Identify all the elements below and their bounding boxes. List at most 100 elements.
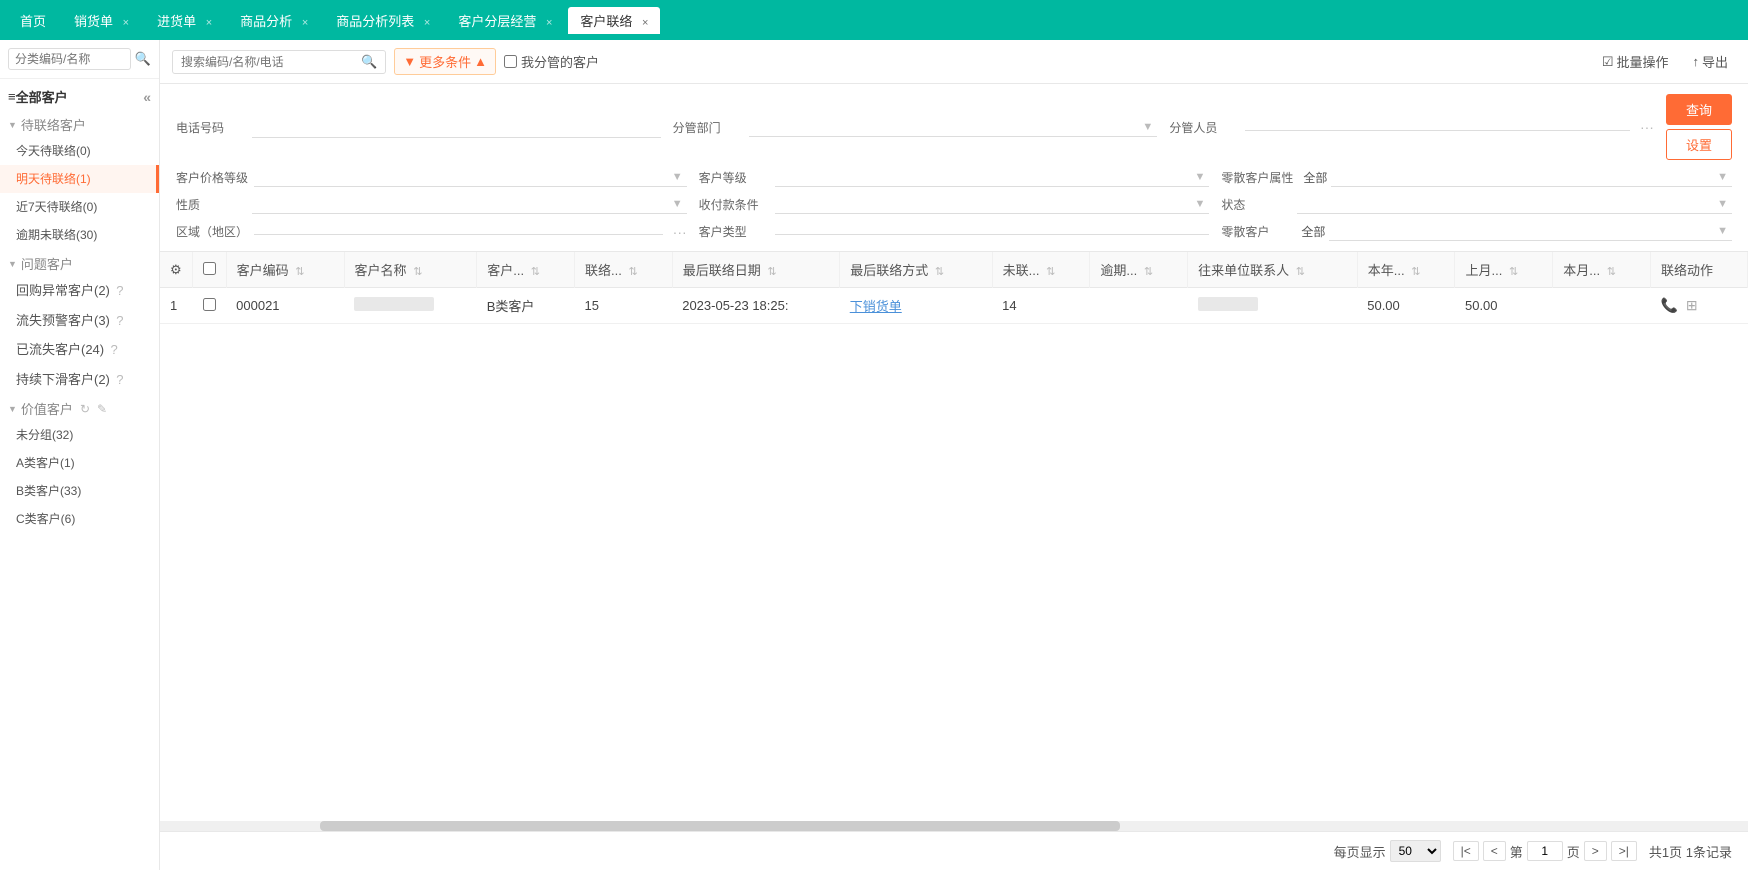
page-label: 第 xyxy=(1510,842,1523,861)
more-filter-button[interactable]: ▼ 更多条件 ▲ xyxy=(394,48,496,75)
close-purchase-order-icon[interactable]: × xyxy=(206,17,212,29)
sidebar-item-churned[interactable]: 已流失客户(24) ? xyxy=(0,335,159,365)
filter-scatter-customer: 零散客户 全部 ▼ xyxy=(1221,222,1732,241)
sidebar-item-ungrouped[interactable]: 未分组(32) xyxy=(0,421,159,449)
phone-icon[interactable]: 📞 xyxy=(1660,297,1677,314)
sidebar-item-churn-warning[interactable]: 流失预警客户(3) ? xyxy=(0,306,159,336)
grid-icon[interactable]: ⊞ xyxy=(1686,297,1698,314)
group-pending-contact[interactable]: 待联络客户 xyxy=(0,110,159,137)
batch-op-button[interactable]: ☑ 批量操作 xyxy=(1594,49,1677,74)
edit-icon[interactable]: ✎ xyxy=(97,402,107,416)
search-button[interactable]: 🔍 xyxy=(361,54,377,70)
settings-button[interactable]: 设置 xyxy=(1666,129,1732,160)
group-problem-customers[interactable]: 问题客户 xyxy=(0,249,159,276)
cell-last-contact-way[interactable]: 下销货单 xyxy=(840,288,992,324)
my-customers-checkbox[interactable] xyxy=(504,55,517,68)
col-gear[interactable]: ⚙ xyxy=(160,252,192,288)
all-customers-header[interactable]: ≡ 全部客户 « xyxy=(0,79,159,110)
scrollbar-thumb[interactable] xyxy=(320,821,1120,831)
sidebar-item-class-a[interactable]: A类客户(1) xyxy=(0,449,159,477)
sidebar-item-today[interactable]: 今天待联络(0) xyxy=(0,137,159,165)
my-customers-checkbox-label[interactable]: 我分管的客户 xyxy=(504,52,599,71)
toolbar-right: ☑ 批量操作 ↑ 导出 xyxy=(1594,49,1736,74)
footer: 每页显示 50 100 200 |< < 第 页 > >| 共1页 1条记录 xyxy=(160,831,1748,870)
filter-panel: 电话号码 分管部门 ▼ 分管人员 ··· xyxy=(160,84,1748,252)
nav-product-analysis[interactable]: 商品分析 × xyxy=(228,7,320,34)
last-page-button[interactable]: >| xyxy=(1611,841,1637,861)
close-product-analysis-list-icon[interactable]: × xyxy=(424,17,430,29)
first-page-button[interactable]: |< xyxy=(1453,841,1479,861)
col-type[interactable]: 客户... ⇅ xyxy=(477,252,575,288)
nav-customer-contact[interactable]: 客户联络 × xyxy=(568,7,660,34)
filter-manager-dots[interactable]: ··· xyxy=(1640,119,1654,135)
nav-customer-tier[interactable]: 客户分层经营 × xyxy=(446,7,564,34)
col-last-contact-date[interactable]: 最后联络日期 ⇅ xyxy=(672,252,840,288)
nav-sales-order[interactable]: 销货单 × xyxy=(62,7,141,34)
page-size-select[interactable]: 50 100 200 xyxy=(1390,840,1441,862)
cell-check[interactable] xyxy=(192,288,226,324)
col-this-year[interactable]: 本年... ⇅ xyxy=(1357,252,1455,288)
col-last-month[interactable]: 上月... ⇅ xyxy=(1455,252,1553,288)
sidebar-item-overdue-contact[interactable]: 逾期未联络(30) xyxy=(0,221,159,249)
nav-purchase-order[interactable]: 进货单 × xyxy=(145,7,224,34)
filter-nature-select[interactable]: ▼ xyxy=(252,195,687,214)
sort-icon-no-contact: ⇅ xyxy=(1046,266,1055,278)
sidebar-item-repurchase-abnormal[interactable]: 回购异常客户(2) ? xyxy=(0,276,159,306)
nav-home[interactable]: 首页 xyxy=(8,7,58,34)
filter-dept-select[interactable]: ▼ xyxy=(749,118,1158,137)
prev-page-button[interactable]: < xyxy=(1483,841,1506,861)
all-customers-label: 全部客户 xyxy=(16,87,68,106)
export-button[interactable]: ↑ 导出 xyxy=(1684,49,1736,74)
filter-customer-level-select[interactable]: ▼ xyxy=(775,168,1210,187)
sidebar-search-icon[interactable]: 🔍 xyxy=(135,51,151,67)
sidebar-search-input[interactable] xyxy=(8,48,131,70)
col-name[interactable]: 客户名称 ⇅ xyxy=(344,252,477,288)
close-customer-tier-icon[interactable]: × xyxy=(546,17,552,29)
filter-region-dots[interactable]: ··· xyxy=(673,224,687,240)
sidebar-item-tomorrow[interactable]: 明天待联络(1) xyxy=(0,165,159,193)
page-number-input[interactable] xyxy=(1527,841,1563,861)
page-size-label: 每页显示 xyxy=(1334,842,1386,861)
col-contact-person[interactable]: 往来单位联系人 ⇅ xyxy=(1188,252,1358,288)
query-button[interactable]: 查询 xyxy=(1666,94,1732,125)
sidebar-item-declining[interactable]: 持续下滑客户(2) ? xyxy=(0,365,159,395)
row-checkbox[interactable] xyxy=(203,298,216,311)
sidebar-item-7days[interactable]: 近7天待联络(0) xyxy=(0,193,159,221)
refresh-icon[interactable]: ↻ xyxy=(80,402,90,416)
filter-status: 状态 ▼ xyxy=(1221,195,1732,214)
chevron-down-icon-7: ▼ xyxy=(1717,198,1728,210)
collapse-icon[interactable]: « xyxy=(143,89,151,105)
col-no-contact[interactable]: 未联... ⇅ xyxy=(992,252,1090,288)
horizontal-scrollbar[interactable] xyxy=(160,821,1748,831)
close-sales-order-icon[interactable]: × xyxy=(123,17,129,29)
filter-scatter-customer-select[interactable]: ▼ xyxy=(1329,222,1732,241)
filter-scatter-attr-select[interactable]: ▼ xyxy=(1331,168,1732,187)
top-nav: 首页 销货单 × 进货单 × 商品分析 × 商品分析列表 × 客户分层经营 × … xyxy=(0,0,1748,40)
filter-status-select[interactable]: ▼ xyxy=(1297,195,1732,214)
filter-region: 区域（地区） ··· xyxy=(176,223,687,240)
close-product-analysis-icon[interactable]: × xyxy=(302,17,308,29)
nav-product-analysis-list[interactable]: 商品分析列表 × xyxy=(324,7,442,34)
filter-customer-type-select[interactable] xyxy=(775,228,1210,235)
col-code[interactable]: 客户编码 ⇅ xyxy=(226,252,344,288)
filter-manager-select[interactable] xyxy=(1245,124,1630,131)
sort-icon-way: ⇅ xyxy=(935,266,944,278)
filter-scatter-customer-value: 全部 ▼ xyxy=(1297,222,1732,241)
col-overdue[interactable]: 逾期... ⇅ xyxy=(1090,252,1188,288)
sidebar-item-class-c[interactable]: C类客户(6) xyxy=(0,505,159,533)
filter-region-select[interactable] xyxy=(254,228,663,235)
sidebar-item-class-b[interactable]: B类客户(33) xyxy=(0,477,159,505)
col-contact[interactable]: 联络... ⇅ xyxy=(574,252,672,288)
col-last-contact-way[interactable]: 最后联络方式 ⇅ xyxy=(840,252,992,288)
search-input[interactable] xyxy=(181,55,361,69)
close-customer-contact-icon[interactable]: × xyxy=(642,17,648,29)
last-contact-way-link[interactable]: 下销货单 xyxy=(850,299,902,314)
next-page-button[interactable]: > xyxy=(1584,841,1607,861)
select-all-checkbox[interactable] xyxy=(203,262,216,275)
filter-price-level-select[interactable]: ▼ xyxy=(254,168,687,187)
group-value-customers[interactable]: 价值客户 ↻ ✎ xyxy=(0,394,159,421)
filter-phone-input[interactable] xyxy=(252,117,661,138)
col-check[interactable] xyxy=(192,252,226,288)
filter-payment-select[interactable]: ▼ xyxy=(775,195,1210,214)
col-this-month[interactable]: 本月... ⇅ xyxy=(1553,252,1651,288)
